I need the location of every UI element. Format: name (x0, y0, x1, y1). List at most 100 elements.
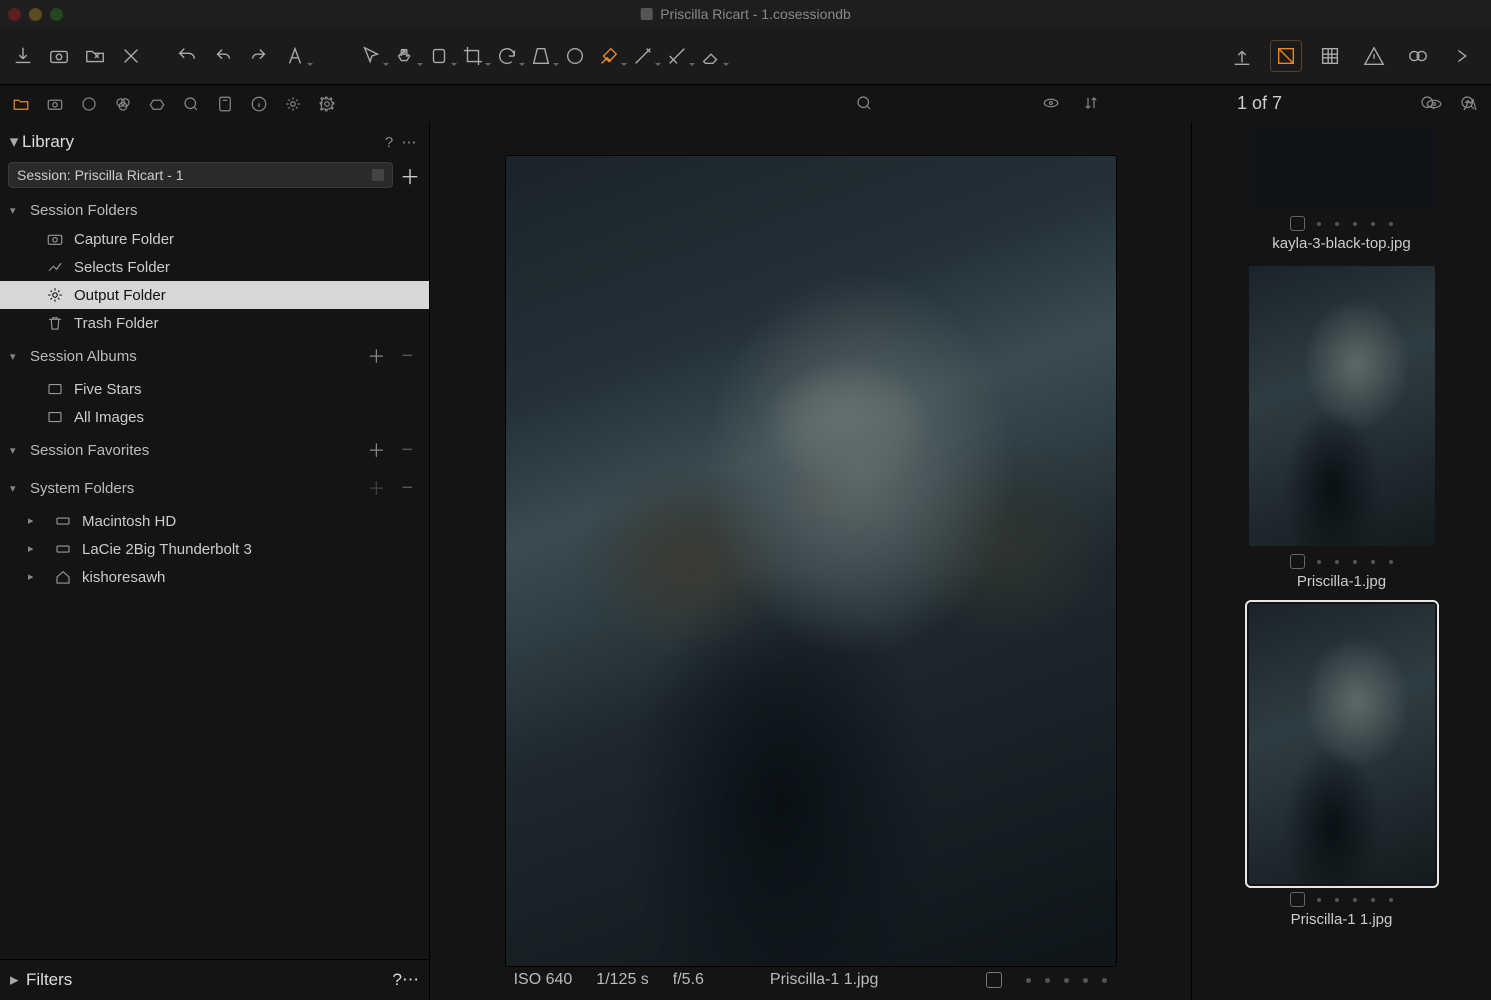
remove-system-folder-button[interactable]: − (393, 477, 419, 500)
browser-search-icon[interactable] (1413, 88, 1443, 118)
library-panel-header[interactable]: ▾ Library ? ⋯ (0, 122, 429, 160)
system-folders-section: ▾ System Folders ＋ − ▸ Macintosh HD ▸ La… (0, 469, 429, 591)
cancel-icon[interactable] (116, 41, 146, 71)
pan-tool-icon[interactable] (390, 41, 420, 71)
browser-sort-icon[interactable] (1076, 88, 1106, 118)
select-checkbox[interactable] (986, 972, 1002, 988)
panel-menu-icon[interactable]: ⋯ (402, 970, 419, 990)
expand-icon[interactable]: ▸ (28, 570, 34, 583)
zoom-window-button[interactable] (50, 8, 63, 21)
thumbnail-item-selected[interactable]: Priscilla-1 1.jpg (1247, 604, 1437, 928)
capture-folder-label: Capture Folder (74, 231, 174, 248)
rating-dots[interactable] (1026, 978, 1107, 983)
exposure-warning-icon[interactable] (1271, 41, 1301, 71)
thumb-rating[interactable] (1317, 560, 1393, 564)
spot-tool-icon[interactable] (560, 41, 590, 71)
right-toolbar-cluster (1227, 41, 1483, 71)
system-folders-header[interactable]: ▾ System Folders ＋ − (0, 469, 429, 507)
add-system-folder-button[interactable]: ＋ (367, 475, 387, 501)
drive-icon (54, 512, 72, 530)
viewer: ISO 640 1/125 s f/5.6 Priscilla-1 1.jpg (430, 122, 1191, 1000)
thumbnail-image (1249, 266, 1435, 546)
proof-view-icon[interactable] (1403, 41, 1433, 71)
output-folder-item[interactable]: Output Folder (0, 281, 429, 309)
browser-zoom-icon[interactable] (1453, 88, 1483, 118)
session-albums-header[interactable]: ▾ Session Albums ＋ − (0, 337, 429, 375)
thumbnail-item[interactable]: Priscilla-1.jpg (1247, 266, 1437, 590)
add-favorite-button[interactable]: ＋ (367, 437, 387, 463)
all-images-album[interactable]: All Images (0, 403, 429, 431)
export-icon[interactable] (1227, 41, 1257, 71)
thumb-checkbox[interactable] (1290, 554, 1305, 569)
gradient-tool-icon[interactable] (628, 41, 658, 71)
crop-tool-icon[interactable] (458, 41, 488, 71)
all-images-label: All Images (74, 409, 144, 426)
five-stars-album[interactable]: Five Stars (0, 375, 429, 403)
thumb-checkbox[interactable] (1290, 216, 1305, 231)
more-icon[interactable] (1447, 41, 1477, 71)
system-folder-macintosh[interactable]: Macintosh HD (0, 507, 429, 535)
focus-warning-icon[interactable] (1359, 41, 1389, 71)
tab-adjust[interactable] (210, 89, 240, 119)
add-session-button[interactable]: ＋ (399, 164, 421, 186)
window-controls (8, 8, 63, 21)
browser-eye-icon[interactable] (1036, 88, 1066, 118)
zoom-fit-icon[interactable] (849, 88, 879, 118)
expand-icon[interactable]: ▸ (28, 514, 34, 527)
auto-adjust-icon[interactable] (280, 41, 310, 71)
tab-lens[interactable] (74, 89, 104, 119)
capture-folder-item[interactable]: Capture Folder (0, 225, 429, 253)
tab-color[interactable] (108, 89, 138, 119)
keystone-tool-icon[interactable] (526, 41, 556, 71)
session-favorites-header[interactable]: ▾ Session Favorites ＋ − (0, 431, 429, 469)
session-folders-header[interactable]: ▾ Session Folders (0, 196, 429, 225)
thumb-checkbox[interactable] (1290, 892, 1305, 907)
radial-tool-icon[interactable] (662, 41, 692, 71)
filters-panel-header[interactable]: ▸ Filters ? ⋯ (0, 959, 429, 1000)
system-folder-lacie[interactable]: LaCie 2Big Thunderbolt 3 (0, 535, 429, 563)
minimize-window-button[interactable] (29, 8, 42, 21)
eraser-tool-icon[interactable] (696, 41, 726, 71)
tab-details[interactable] (176, 89, 206, 119)
expand-icon[interactable]: ▸ (28, 542, 34, 555)
iso-value: ISO 640 (514, 971, 573, 989)
system-folder-home[interactable]: kishoresawh (0, 563, 429, 591)
tab-capture[interactable] (40, 89, 70, 119)
main-image[interactable] (506, 156, 1116, 966)
thumb-filename: Priscilla-1.jpg (1247, 573, 1437, 590)
add-album-button[interactable]: ＋ (367, 343, 387, 369)
import-icon[interactable] (8, 41, 38, 71)
tab-exposure[interactable] (142, 89, 172, 119)
gear-icon (46, 286, 64, 304)
move-to-icon[interactable] (80, 41, 110, 71)
trash-folder-item[interactable]: Trash Folder (0, 309, 429, 337)
close-window-button[interactable] (8, 8, 21, 21)
remove-favorite-button[interactable]: − (393, 439, 419, 462)
thumb-rating[interactable] (1317, 222, 1393, 226)
select-tool-icon[interactable] (356, 41, 386, 71)
rotate-tool-icon[interactable] (492, 41, 522, 71)
tab-metadata[interactable] (244, 89, 274, 119)
panel-menu-icon[interactable]: ⋯ (399, 133, 419, 151)
tab-library[interactable] (6, 89, 36, 119)
help-icon[interactable]: ? (379, 134, 399, 151)
tab-output[interactable] (278, 89, 308, 119)
grid-icon[interactable] (1315, 41, 1345, 71)
tab-batch[interactable] (312, 89, 342, 119)
undo-step-icon[interactable] (208, 41, 238, 71)
help-icon[interactable]: ? (393, 970, 402, 990)
selects-folder-item[interactable]: Selects Folder (0, 253, 429, 281)
remove-album-button[interactable]: − (393, 345, 419, 368)
thumbnail-item[interactable]: kayla-3-black-top.jpg (1247, 128, 1437, 252)
capture-icon[interactable] (44, 41, 74, 71)
session-favorites-section: ▾ Session Favorites ＋ − (0, 431, 429, 469)
album-icon (46, 408, 64, 426)
loupe-tool-icon[interactable] (424, 41, 454, 71)
viewer-filename: Priscilla-1 1.jpg (770, 971, 878, 989)
brush-tool-icon[interactable] (594, 41, 624, 71)
thumb-rating[interactable] (1317, 898, 1393, 902)
lacie-label: LaCie 2Big Thunderbolt 3 (82, 541, 252, 558)
undo-icon[interactable] (172, 41, 202, 71)
redo-step-icon[interactable] (244, 41, 274, 71)
session-selector[interactable]: Session: Priscilla Ricart - 1 (8, 162, 393, 188)
